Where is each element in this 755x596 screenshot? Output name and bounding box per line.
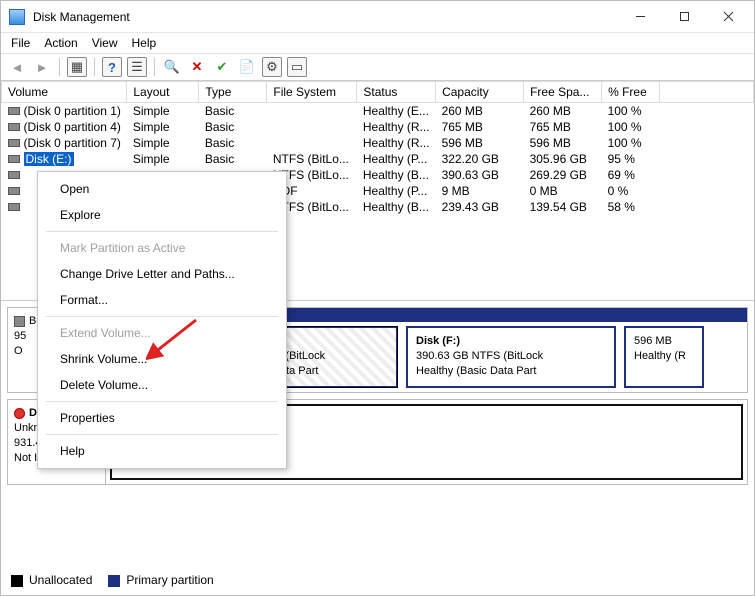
ctx-open[interactable]: Open <box>38 176 286 202</box>
close-button[interactable] <box>706 2 750 32</box>
menu-help[interactable]: Help <box>132 36 157 50</box>
check-button[interactable]: ✔ <box>212 57 232 77</box>
settings-button[interactable]: ⚙ <box>262 57 282 77</box>
view-button[interactable]: ▦ <box>67 57 87 77</box>
col-freespace[interactable]: Free Spa... <box>524 82 602 103</box>
action-button[interactable]: ☰ <box>127 57 147 77</box>
table-row[interactable]: Disk (E:)SimpleBasicNTFS (BitLo...Health… <box>2 151 754 167</box>
ctx-format[interactable]: Format... <box>38 287 286 313</box>
ctx-extend-volume: Extend Volume... <box>38 320 286 346</box>
menu-file[interactable]: File <box>11 36 30 50</box>
new-button[interactable]: 📄 <box>237 57 257 77</box>
menu-view[interactable]: View <box>92 36 118 50</box>
col-status[interactable]: Status <box>357 82 436 103</box>
partition[interactable]: Disk (F:)390.63 GB NTFS (BitLockHealthy … <box>406 326 616 388</box>
volume-icon <box>8 107 20 115</box>
separator <box>46 434 278 435</box>
ctx-delete-volume[interactable]: Delete Volume... <box>38 372 286 398</box>
ctx-properties[interactable]: Properties <box>38 405 286 431</box>
context-menu: Open Explore Mark Partition as Active Ch… <box>37 171 287 469</box>
partition[interactable]: 596 MBHealthy (R <box>624 326 704 388</box>
title-bar: Disk Management <box>1 1 754 33</box>
volume-icon <box>8 171 20 179</box>
legend-swatch-icon <box>108 575 120 587</box>
ctx-mark-active: Mark Partition as Active <box>38 235 286 261</box>
legend-unallocated: Unallocated <box>11 573 92 587</box>
legend: Unallocated Primary partition <box>11 573 214 587</box>
table-row[interactable]: (Disk 0 partition 1)SimpleBasicHealthy (… <box>2 103 754 120</box>
col-filesystem[interactable]: File System <box>267 82 357 103</box>
legend-swatch-icon <box>11 575 23 587</box>
table-row[interactable]: (Disk 0 partition 7)SimpleBasicHealthy (… <box>2 135 754 151</box>
col-spacer <box>660 82 754 103</box>
refresh-button[interactable]: 🔍 <box>162 57 182 77</box>
table-row[interactable]: (Disk 0 partition 4)SimpleBasicHealthy (… <box>2 119 754 135</box>
ctx-change-drive-letter[interactable]: Change Drive Letter and Paths... <box>38 261 286 287</box>
volume-icon <box>8 203 20 211</box>
legend-primary: Primary partition <box>108 573 213 587</box>
ctx-shrink-volume[interactable]: Shrink Volume... <box>38 346 286 372</box>
help-button[interactable]: ? <box>102 57 122 77</box>
ctx-help[interactable]: Help <box>38 438 286 464</box>
ctx-explore[interactable]: Explore <box>38 202 286 228</box>
menu-bar: File Action View Help <box>1 33 754 54</box>
volume-icon <box>8 139 20 147</box>
separator <box>46 401 278 402</box>
minimize-button[interactable] <box>618 2 662 32</box>
app-icon <box>9 9 25 25</box>
toolbar: ◄ ► ▦ ? ☰ 🔍 ✕ ✔ 📄 ⚙ ▭ <box>1 54 754 81</box>
delete-button[interactable]: ✕ <box>187 57 207 77</box>
col-type[interactable]: Type <box>199 82 267 103</box>
back-button[interactable]: ◄ <box>7 57 27 77</box>
col-capacity[interactable]: Capacity <box>436 82 524 103</box>
forward-button[interactable]: ► <box>32 57 52 77</box>
separator <box>154 58 155 76</box>
window-title: Disk Management <box>33 10 618 24</box>
separator <box>46 316 278 317</box>
list-button[interactable]: ▭ <box>287 57 307 77</box>
col-layout[interactable]: Layout <box>127 82 199 103</box>
menu-action[interactable]: Action <box>44 36 77 50</box>
maximize-button[interactable] <box>662 2 706 32</box>
volume-icon <box>8 155 20 163</box>
col-pctfree[interactable]: % Free <box>602 82 660 103</box>
separator <box>94 58 95 76</box>
separator <box>59 58 60 76</box>
separator <box>46 231 278 232</box>
volume-icon <box>8 187 20 195</box>
col-volume[interactable]: Volume <box>2 82 127 103</box>
volume-icon <box>8 123 20 131</box>
